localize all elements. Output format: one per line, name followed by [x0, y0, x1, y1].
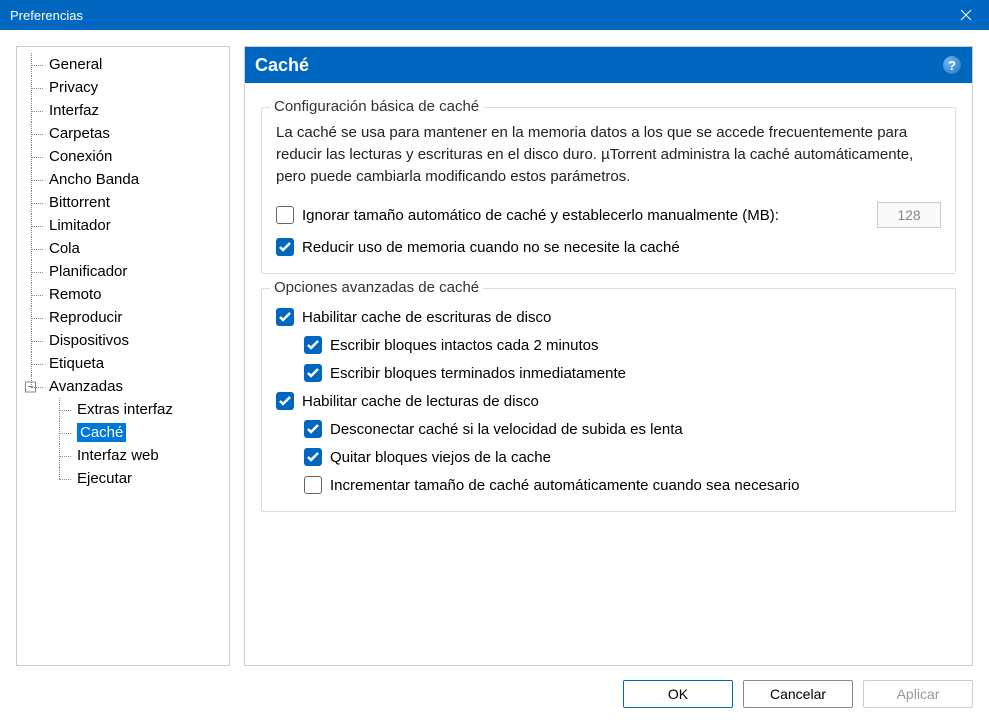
titlebar: Preferencias: [0, 0, 989, 30]
tree-item-caché[interactable]: Caché: [21, 421, 225, 444]
checkbox-write-untouched[interactable]: [304, 336, 322, 354]
tree-item-label: Limitador: [49, 217, 111, 234]
advanced-cache-group: Opciones avanzadas de caché Habilitar ca…: [261, 288, 956, 512]
tree-item-label: Etiqueta: [49, 355, 104, 372]
label-enable-write-cache[interactable]: Habilitar cache de escrituras de disco: [302, 309, 551, 326]
row-override-size: Ignorar tamaño automático de caché y est…: [276, 197, 941, 233]
tree-item-label: Reproducir: [49, 309, 122, 326]
main-panel: Caché ? Configuración básica de caché La…: [244, 46, 973, 666]
row-reduce-memory: Reducir uso de memoria cuando no se nece…: [276, 233, 941, 261]
tree-item-label: Privacy: [49, 79, 98, 96]
tree-item-privacy[interactable]: Privacy: [21, 76, 225, 99]
basic-cache-group: Configuración básica de caché La caché s…: [261, 107, 956, 274]
tree-item-avanzadas[interactable]: − Avanzadas: [21, 375, 225, 398]
group-legend: Opciones avanzadas de caché: [270, 279, 483, 296]
label-write-untouched[interactable]: Escribir bloques intactos cada 2 minutos: [330, 337, 598, 354]
tree-item-reproducir[interactable]: Reproducir: [21, 306, 225, 329]
checkbox-enable-write-cache[interactable]: [276, 308, 294, 326]
panel-title: Caché: [255, 55, 309, 76]
tree-item-label: Interfaz web: [77, 447, 159, 464]
row-remove-old: Quitar bloques viejos de la cache: [276, 443, 941, 471]
checkbox-override-size[interactable]: [276, 206, 294, 224]
category-tree[interactable]: General Privacy Interfaz Carpetas Conexión An…: [16, 46, 230, 666]
group-legend: Configuración básica de caché: [270, 98, 483, 115]
window-title: Preferencias: [10, 8, 83, 23]
tree-item-label: Planificador: [49, 263, 127, 280]
tree-item-bittorrent[interactable]: Bittorrent: [21, 191, 225, 214]
row-auto-increase: Incrementar tamaño de caché automáticame…: [276, 471, 941, 499]
panel-header: Caché ?: [245, 47, 972, 83]
checkbox-enable-read-cache[interactable]: [276, 392, 294, 410]
tree-item-label: General: [49, 56, 102, 73]
checkbox-reduce-memory[interactable]: [276, 238, 294, 256]
row-enable-write-cache: Habilitar cache de escrituras de disco: [276, 303, 941, 331]
tree-item-label: Cola: [49, 240, 80, 257]
tree-item-interfaz[interactable]: Interfaz: [21, 99, 225, 122]
label-override-size[interactable]: Ignorar tamaño automático de caché y est…: [302, 207, 779, 224]
tree-item-ejecutar[interactable]: Ejecutar: [21, 467, 225, 490]
content-area: General Privacy Interfaz Carpetas Conexión An…: [0, 30, 989, 666]
label-enable-read-cache[interactable]: Habilitar cache de lecturas de disco: [302, 393, 539, 410]
tree-item-label: Caché: [77, 423, 126, 442]
tree-item-label: Carpetas: [49, 125, 110, 142]
tree-item-planificador[interactable]: Planificador: [21, 260, 225, 283]
label-auto-increase[interactable]: Incrementar tamaño de caché automáticame…: [330, 477, 799, 494]
close-button[interactable]: [943, 0, 989, 30]
tree-item-label: Conexión: [49, 148, 112, 165]
minus-icon[interactable]: −: [25, 381, 36, 392]
tree-item-label: Bittorrent: [49, 194, 110, 211]
tree-item-label: Extras interfaz: [77, 401, 173, 418]
label-remove-old[interactable]: Quitar bloques viejos de la cache: [330, 449, 551, 466]
panel-body: Configuración básica de caché La caché s…: [245, 83, 972, 665]
tree-item-label: Dispositivos: [49, 332, 129, 349]
close-icon: [960, 9, 972, 21]
help-icon[interactable]: ?: [942, 55, 962, 75]
ok-button[interactable]: OK: [623, 680, 733, 708]
tree-item-interfaz-web[interactable]: Interfaz web: [21, 444, 225, 467]
tree-item-dispositivos[interactable]: Dispositivos: [21, 329, 225, 352]
row-enable-read-cache: Habilitar cache de lecturas de disco: [276, 387, 941, 415]
tree-item-label: Remoto: [49, 286, 102, 303]
label-reduce-memory[interactable]: Reducir uso de memoria cuando no se nece…: [302, 239, 680, 256]
apply-button[interactable]: Aplicar: [863, 680, 973, 708]
row-write-untouched: Escribir bloques intactos cada 2 minutos: [276, 331, 941, 359]
tree-item-cola[interactable]: Cola: [21, 237, 225, 260]
row-disconnect-slow: Desconectar caché si la velocidad de sub…: [276, 415, 941, 443]
cache-description: La caché se usa para mantener en la memo…: [276, 122, 941, 187]
dialog-footer: OK Cancelar Aplicar: [0, 666, 989, 724]
checkbox-auto-increase[interactable]: [304, 476, 322, 494]
checkbox-write-finished[interactable]: [304, 364, 322, 382]
tree-item-label: Avanzadas: [49, 378, 123, 395]
tree-item-label: Interfaz: [49, 102, 99, 119]
tree-item-ancho-banda[interactable]: Ancho Banda: [21, 168, 225, 191]
checkbox-disconnect-slow[interactable]: [304, 420, 322, 438]
label-write-finished[interactable]: Escribir bloques terminados inmediatamen…: [330, 365, 626, 382]
checkbox-remove-old[interactable]: [304, 448, 322, 466]
tree-item-limitador[interactable]: Limitador: [21, 214, 225, 237]
tree-item-conexión[interactable]: Conexión: [21, 145, 225, 168]
tree-item-etiqueta[interactable]: Etiqueta: [21, 352, 225, 375]
tree-item-label: Ancho Banda: [49, 171, 139, 188]
tree-item-extras-interfaz[interactable]: Extras interfaz: [21, 398, 225, 421]
tree-item-general[interactable]: General: [21, 53, 225, 76]
tree-item-remoto[interactable]: Remoto: [21, 283, 225, 306]
input-cache-size[interactable]: [877, 202, 941, 228]
tree-item-carpetas[interactable]: Carpetas: [21, 122, 225, 145]
tree-item-label: Ejecutar: [77, 470, 132, 487]
cancel-button[interactable]: Cancelar: [743, 680, 853, 708]
label-disconnect-slow[interactable]: Desconectar caché si la velocidad de sub…: [330, 421, 683, 438]
row-write-finished: Escribir bloques terminados inmediatamen…: [276, 359, 941, 387]
